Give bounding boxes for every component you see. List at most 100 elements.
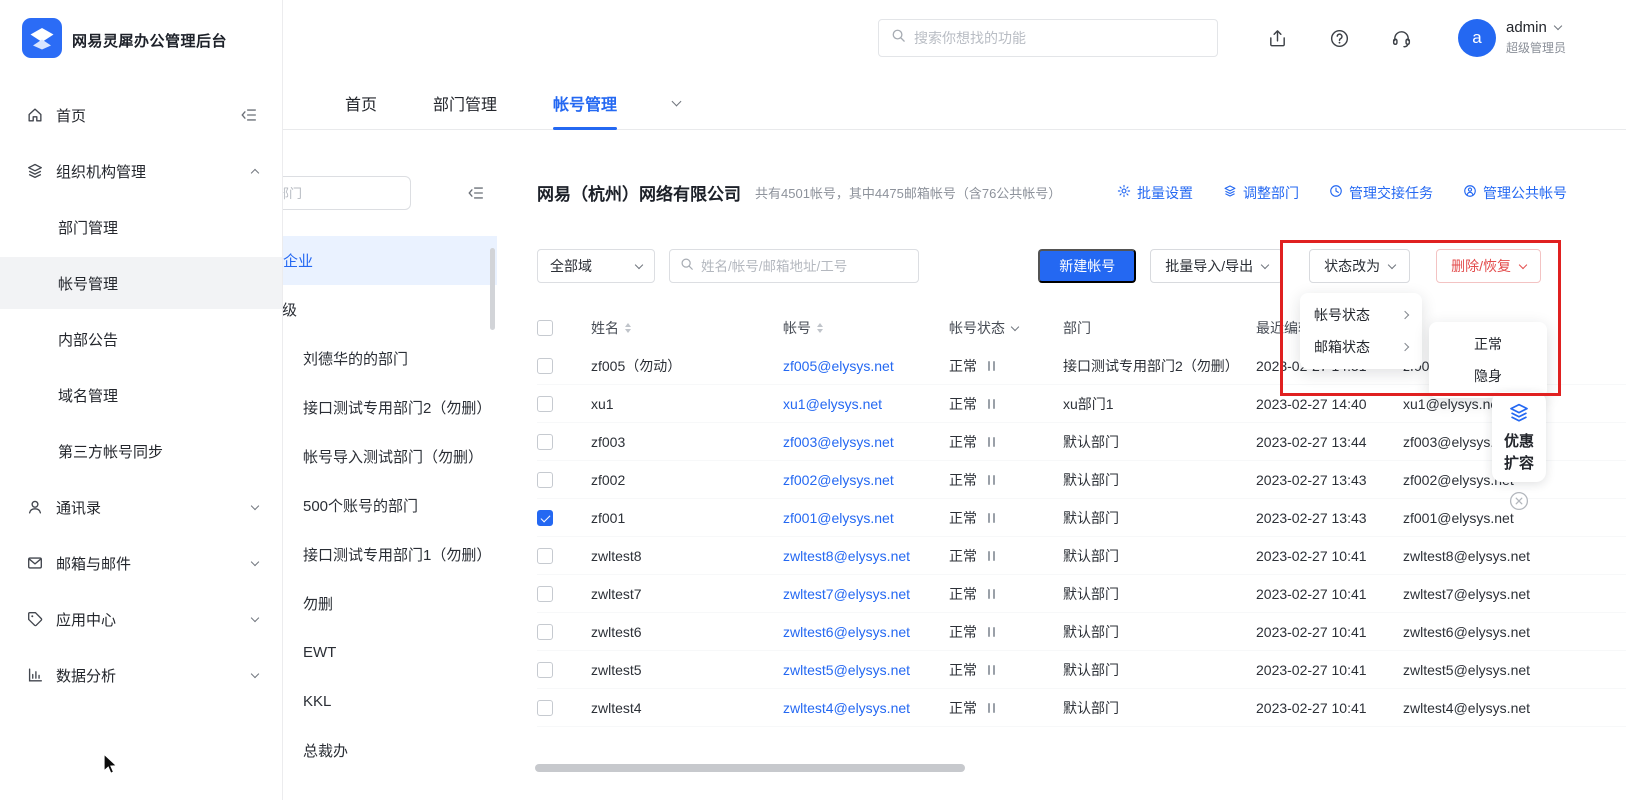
sidebar-collapse-icon[interactable] — [240, 106, 258, 124]
cell-account: zf001@elysys.net — [783, 510, 949, 526]
suspend-icon[interactable] — [988, 398, 995, 409]
suspend-icon[interactable] — [988, 474, 995, 485]
suspend-icon[interactable] — [988, 626, 995, 637]
create-account-button[interactable]: 新建帐号 — [1038, 249, 1137, 283]
public-accounts-link[interactable]: 管理公共帐号 — [1463, 183, 1567, 203]
account-search[interactable] — [669, 249, 919, 283]
header-name[interactable]: 姓名 — [591, 318, 783, 338]
row-checkbox[interactable] — [537, 509, 553, 526]
tree-item[interactable]: 一级 — [283, 285, 497, 334]
header-account-status[interactable]: 帐号状态 — [949, 318, 1063, 338]
row-checkbox[interactable] — [537, 661, 553, 678]
account-link[interactable]: zwltest5@elysys.net — [783, 662, 910, 678]
tree-item[interactable]: 500个账号的部门 — [283, 481, 497, 530]
promo-close-icon[interactable] — [1509, 491, 1529, 511]
cell-name: zf002 — [591, 471, 626, 488]
row-checkbox[interactable] — [537, 471, 553, 488]
suspend-icon[interactable] — [988, 664, 995, 675]
suspend-icon[interactable] — [988, 512, 995, 523]
chevron-down-icon — [1010, 322, 1020, 331]
tree-item[interactable]: KKL — [283, 677, 497, 726]
change-status-button[interactable]: 状态改为 — [1309, 249, 1411, 283]
help-icon[interactable] — [1328, 26, 1352, 50]
batch-settings-link[interactable]: 批量设置 — [1117, 183, 1193, 203]
tree-item[interactable]: 接口测试专用部门1（勿删） — [283, 530, 497, 579]
tab-home[interactable]: 首页 — [345, 76, 377, 129]
menu-item-label: 邮箱状态 — [1314, 339, 1370, 355]
sidebar-item-data-analysis[interactable]: 数据分析 — [0, 649, 282, 701]
suspend-icon[interactable] — [988, 436, 995, 447]
select-all-checkbox[interactable] — [537, 320, 553, 336]
row-checkbox[interactable] — [537, 395, 553, 412]
global-search-input[interactable] — [913, 30, 1205, 46]
sidebar-item-contacts[interactable]: 通讯录 — [0, 481, 282, 533]
row-checkbox[interactable] — [537, 433, 553, 450]
dept-search-input[interactable] — [283, 185, 400, 201]
import-export-button[interactable]: 批量导入/导出 — [1150, 249, 1284, 283]
sort-icon[interactable] — [625, 323, 631, 333]
user-menu[interactable]: a admin 超级管理员 — [1457, 19, 1566, 57]
sidebar-item-home[interactable]: 首页 — [0, 89, 282, 141]
headset-icon[interactable] — [1390, 26, 1414, 50]
tree-item[interactable]: 刘德华的的部门 — [283, 334, 497, 383]
submenu-item-stealth[interactable]: 隐身 — [1429, 360, 1547, 392]
suspend-icon[interactable] — [988, 702, 995, 713]
delete-restore-button[interactable]: 删除/恢复 — [1436, 249, 1541, 283]
row-checkbox-cell — [537, 661, 591, 678]
tabs-overflow-chevron-icon[interactable] — [671, 96, 682, 106]
header-account[interactable]: 帐号 — [783, 318, 949, 338]
global-search[interactable] — [877, 19, 1218, 57]
tree-item[interactable]: 总裁办 — [283, 726, 497, 775]
account-link[interactable]: zf002@elysys.net — [783, 472, 894, 488]
row-checkbox[interactable] — [537, 699, 553, 716]
sidebar-item-mail[interactable]: 邮箱与邮件 — [0, 537, 282, 589]
sidebar-item-internal-announcement[interactable]: 内部公告 — [0, 313, 282, 365]
suspend-icon[interactable] — [988, 588, 995, 599]
domain-select[interactable]: 全部域 — [537, 249, 655, 283]
account-link[interactable]: zwltest8@elysys.net — [783, 548, 910, 564]
account-link[interactable]: zwltest7@elysys.net — [783, 586, 910, 602]
sidebar-item-department-management[interactable]: 部门管理 — [0, 201, 282, 253]
horizontal-scrollbar[interactable] — [535, 764, 965, 772]
dept-search[interactable] — [283, 176, 411, 210]
tree-item[interactable]: 勿删 — [283, 579, 497, 628]
row-checkbox[interactable] — [537, 623, 553, 640]
account-link[interactable]: zf001@elysys.net — [783, 510, 894, 526]
submenu-item-normal[interactable]: 正常 — [1429, 328, 1547, 360]
chevron-down-icon — [634, 260, 644, 269]
handover-tasks-link[interactable]: 管理交接任务 — [1329, 183, 1433, 203]
account-search-input[interactable] — [701, 258, 908, 274]
share-icon[interactable] — [1266, 26, 1290, 50]
tab-account-management[interactable]: 帐号管理 — [553, 76, 618, 130]
account-link[interactable]: zf003@elysys.net — [783, 434, 894, 450]
account-link[interactable]: zwltest6@elysys.net — [783, 624, 910, 640]
row-checkbox[interactable] — [537, 585, 553, 602]
tree-item[interactable]: 网易企业 — [283, 236, 497, 285]
account-link[interactable]: xu1@elysys.net — [783, 396, 882, 412]
tab-department-management[interactable]: 部门管理 — [433, 76, 497, 129]
adjust-department-link[interactable]: 调整部门 — [1223, 183, 1299, 203]
company-header: 网易（杭州）网络有限公司 共有4501帐号，其中4475邮箱帐号（含76公共帐号… — [537, 180, 1567, 205]
sidebar-item-org-management[interactable]: 组织机构管理 — [0, 145, 282, 197]
sort-icon[interactable] — [817, 323, 823, 333]
tree-item[interactable]: EWT — [283, 628, 497, 677]
sidebar-item-domain-management[interactable]: 域名管理 — [0, 369, 282, 421]
promo-expand-button[interactable]: 优惠 扩容 — [1492, 392, 1546, 482]
account-link[interactable]: zwltest4@elysys.net — [783, 700, 910, 716]
row-checkbox[interactable] — [537, 547, 553, 564]
sidebar-item-app-center[interactable]: 应用中心 — [0, 593, 282, 645]
row-checkbox[interactable] — [537, 357, 553, 374]
tree-collapse-icon[interactable] — [467, 184, 485, 202]
cell-time: 2023-02-27 13:43 — [1256, 471, 1367, 488]
row-checkbox-cell — [537, 395, 591, 412]
suspend-icon[interactable] — [988, 360, 995, 371]
suspend-icon[interactable] — [988, 550, 995, 561]
menu-item-mailbox-status[interactable]: 邮箱状态 — [1300, 331, 1422, 363]
tree-item[interactable]: 接口测试专用部门2（勿删） — [283, 383, 497, 432]
sidebar-item-account-management[interactable]: 帐号管理 — [0, 257, 282, 309]
sidebar-item-third-party-sync[interactable]: 第三方帐号同步 — [0, 425, 282, 477]
tree-item[interactable]: 帐号导入测试部门（勿删） — [283, 432, 497, 481]
account-link[interactable]: zf005@elysys.net — [783, 358, 894, 374]
tree-vertical-scrollbar[interactable] — [490, 248, 495, 330]
menu-item-account-status[interactable]: 帐号状态 — [1300, 299, 1422, 331]
